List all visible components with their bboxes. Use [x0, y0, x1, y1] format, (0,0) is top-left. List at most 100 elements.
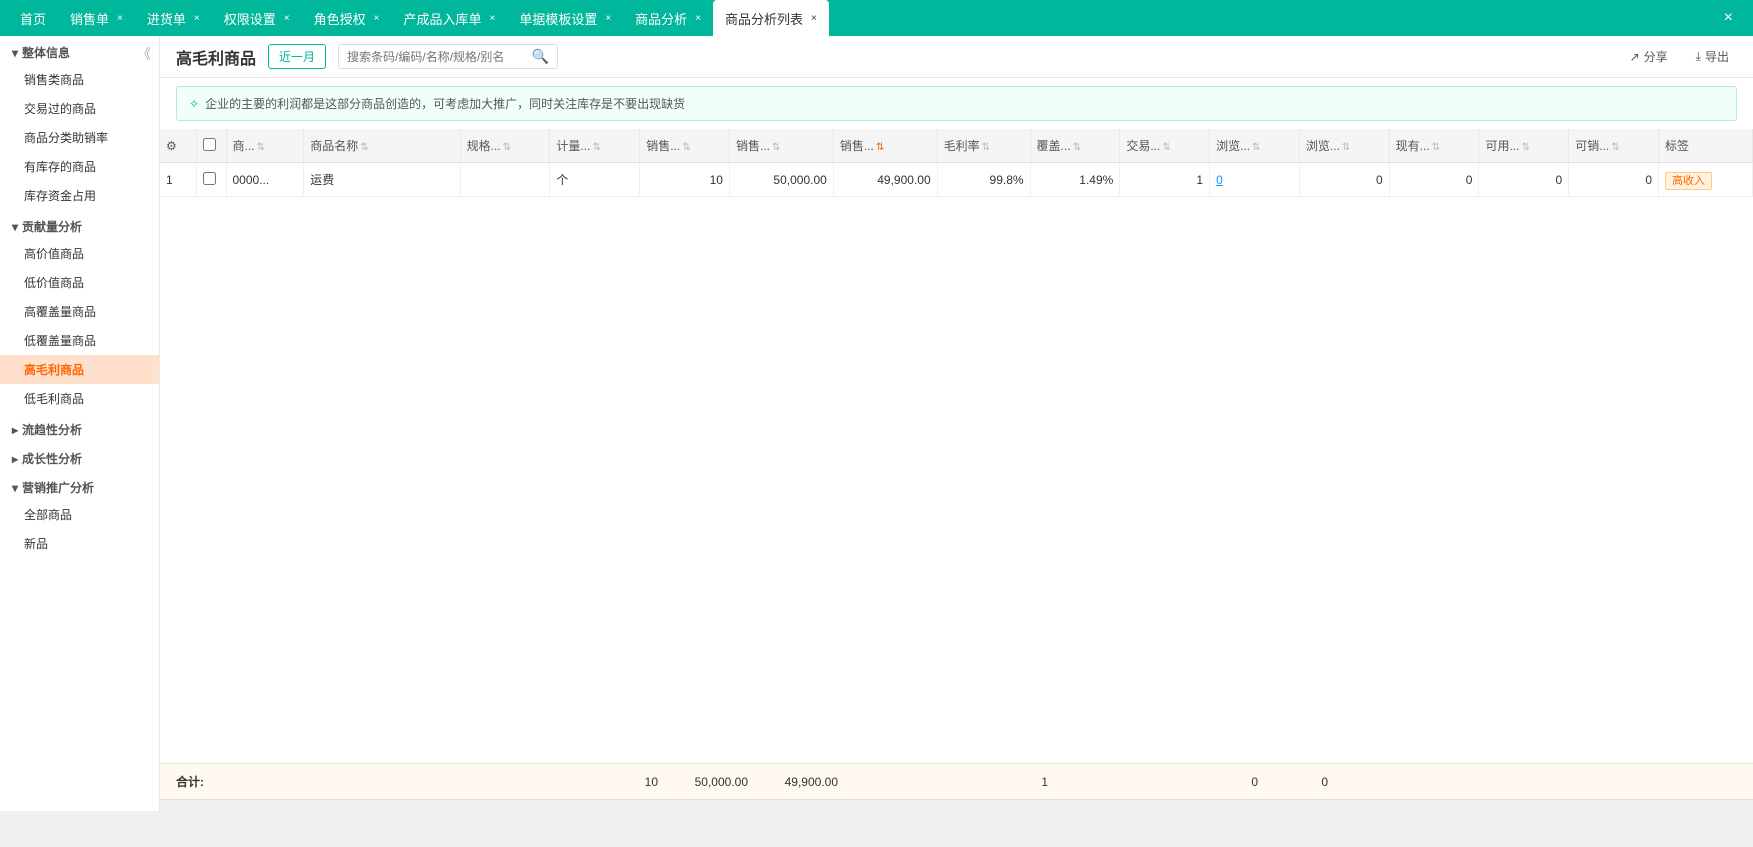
product-table: ⚙ 商...⇅ 商品名称⇅ 规格...⇅ 计量...⇅ 销售...⇅ 销售...…: [160, 129, 1753, 197]
sidebar-group-contribution[interactable]: ▾ 贡献量分析: [0, 210, 159, 239]
table-container: ⚙ 商...⇅ 商品名称⇅ 规格...⇅ 计量...⇅ 销售...⇅ 销售...…: [160, 129, 1753, 763]
col-settings[interactable]: ⚙: [160, 129, 196, 163]
nav-sales-order[interactable]: 销售单 ×: [58, 0, 135, 36]
close-icon[interactable]: ×: [194, 13, 200, 24]
search-input[interactable]: [347, 50, 526, 64]
share-icon: ↗: [1630, 50, 1640, 64]
content-header: 高毛利商品 近一月 🔍 ↗ 分享 ⤓ 导出: [160, 36, 1753, 78]
sidebar-item-low-margin[interactable]: 低毛利商品: [0, 384, 159, 413]
cell-checkbox[interactable]: [196, 163, 226, 197]
sidebar-item-high-coverage[interactable]: 高覆盖量商品: [0, 297, 159, 326]
chevron-down-icon: ▾: [12, 46, 18, 60]
horizontal-scrollbar[interactable]: [160, 799, 1753, 811]
chevron-down-icon: ▾: [12, 481, 18, 495]
close-icon[interactable]: ×: [284, 13, 290, 24]
cell-spec: [460, 163, 550, 197]
chevron-down-icon: ▾: [12, 220, 18, 234]
search-box: 🔍: [338, 44, 558, 69]
col-sellable-stock: 可销...⇅: [1569, 129, 1659, 163]
total-available-stock: 0: [1266, 775, 1336, 789]
cell-gross-margin: 99.8%: [937, 163, 1030, 197]
sidebar-item-low-coverage[interactable]: 低覆盖量商品: [0, 326, 159, 355]
close-icon[interactable]: ×: [811, 13, 817, 24]
page-title: 高毛利商品: [176, 45, 256, 69]
cell-browse1[interactable]: 0: [1210, 163, 1300, 197]
nav-role-auth[interactable]: 角色授权 ×: [302, 0, 392, 36]
sidebar-item-category-rate[interactable]: 商品分类助销率: [0, 123, 159, 152]
sidebar-item-stocked-goods[interactable]: 有库存的商品: [0, 152, 159, 181]
sidebar-item-high-value[interactable]: 高价值商品: [0, 239, 159, 268]
close-icon[interactable]: ×: [695, 13, 701, 24]
sidebar-item-traded-goods[interactable]: 交易过的商品: [0, 94, 159, 123]
sidebar-item-low-value[interactable]: 低价值商品: [0, 268, 159, 297]
nav-product-analysis[interactable]: 商品分析 ×: [623, 0, 713, 36]
sidebar-group-overall[interactable]: ▾ 整体信息: [0, 36, 159, 65]
recent-month-button[interactable]: 近一月: [268, 44, 326, 69]
nav-production-inbound[interactable]: 产成品入库单 ×: [391, 0, 507, 36]
col-sales-amount: 销售...⇅: [729, 129, 833, 163]
cell-sales-qty: 10: [640, 163, 730, 197]
total-sales-profit: 49,900.00: [756, 775, 846, 789]
col-current-stock: 现有...⇅: [1389, 129, 1479, 163]
col-coverage: 覆盖...⇅: [1030, 129, 1120, 163]
top-navigation: 首页 销售单 × 进货单 × 权限设置 × 角色授权 × 产成品入库单 × 单据…: [0, 0, 1753, 36]
close-icon[interactable]: ×: [605, 13, 611, 24]
main-layout: 《 ▾ 整体信息 销售类商品 交易过的商品 商品分类助销率 有库存的商品 库存资…: [0, 36, 1753, 811]
col-unit: 计量...⇅: [550, 129, 640, 163]
nav-template-settings[interactable]: 单据模板设置 ×: [507, 0, 623, 36]
share-button[interactable]: ↗ 分享: [1622, 44, 1676, 69]
cell-unit: 个: [550, 163, 640, 197]
export-icon: ⤓: [1696, 49, 1701, 64]
sidebar-collapse-button[interactable]: 《: [137, 44, 151, 64]
sidebar-item-high-margin[interactable]: 高毛利商品: [0, 355, 159, 384]
col-spec: 规格...⇅: [460, 129, 550, 163]
sidebar-item-all-goods[interactable]: 全部商品: [0, 500, 159, 529]
totals-bar: 合计: 10 50,000.00 49,900.00 1 0 0: [160, 763, 1753, 799]
total-sales-amount: 50,000.00: [666, 775, 756, 789]
row-checkbox[interactable]: [203, 172, 216, 185]
col-code: 商...⇅: [226, 129, 304, 163]
cell-coverage: 1.49%: [1030, 163, 1120, 197]
table-row: 1 0000... 运费 个 10 50,000.00 49,900.00 99…: [160, 163, 1753, 197]
cell-transaction: 1: [1120, 163, 1210, 197]
total-sales-qty: 10: [596, 775, 666, 789]
sidebar: 《 ▾ 整体信息 销售类商品 交易过的商品 商品分类助销率 有库存的商品 库存资…: [0, 36, 160, 811]
col-checkbox[interactable]: [196, 129, 226, 163]
col-browse1: 浏览...⇅: [1210, 129, 1300, 163]
close-icon[interactable]: ×: [489, 13, 495, 24]
total-transaction: 1: [986, 775, 1056, 789]
info-icon: ✧: [189, 97, 199, 111]
nav-permissions[interactable]: 权限设置 ×: [212, 0, 302, 36]
col-tag: 标签: [1659, 129, 1753, 163]
col-sales-qty: 销售...⇅: [640, 129, 730, 163]
cell-name: 运费: [304, 163, 460, 197]
cell-code: 0000...: [226, 163, 304, 197]
cell-current-stock: 0: [1389, 163, 1479, 197]
nav-purchase-order[interactable]: 进货单 ×: [135, 0, 212, 36]
sidebar-item-new-goods[interactable]: 新品: [0, 529, 159, 558]
sidebar-group-marketing[interactable]: ▾ 营销推广分析: [0, 471, 159, 500]
sidebar-item-sales-goods[interactable]: 销售类商品: [0, 65, 159, 94]
cell-available-stock: 0: [1479, 163, 1569, 197]
close-icon[interactable]: ×: [117, 13, 123, 24]
cell-index: 1: [160, 163, 196, 197]
col-available-stock: 可用...⇅: [1479, 129, 1569, 163]
nav-product-analysis-list[interactable]: 商品分析列表 ×: [713, 0, 829, 36]
sidebar-item-stock-capital[interactable]: 库存资金占用: [0, 181, 159, 210]
export-button[interactable]: ⤓ 导出: [1688, 44, 1737, 69]
select-all-checkbox[interactable]: [203, 138, 216, 151]
cell-browse2: 0: [1299, 163, 1389, 197]
total-current-stock: 0: [1196, 775, 1266, 789]
nav-home[interactable]: 首页: [8, 0, 58, 36]
sidebar-group-growth[interactable]: ▸ 成长性分析: [0, 442, 159, 471]
col-transaction: 交易...⇅: [1120, 129, 1210, 163]
cell-sellable-stock: 0: [1569, 163, 1659, 197]
window-close-button[interactable]: ×: [1712, 9, 1745, 27]
sidebar-group-trend[interactable]: ▸ 流趋性分析: [0, 413, 159, 442]
cell-sales-profit: 49,900.00: [833, 163, 937, 197]
close-icon[interactable]: ×: [374, 13, 380, 24]
chevron-right-icon: ▸: [12, 452, 18, 466]
cell-sales-amount: 50,000.00: [729, 163, 833, 197]
table-header-row: ⚙ 商...⇅ 商品名称⇅ 规格...⇅ 计量...⇅ 销售...⇅ 销售...…: [160, 129, 1753, 163]
search-icon[interactable]: 🔍: [532, 48, 549, 65]
